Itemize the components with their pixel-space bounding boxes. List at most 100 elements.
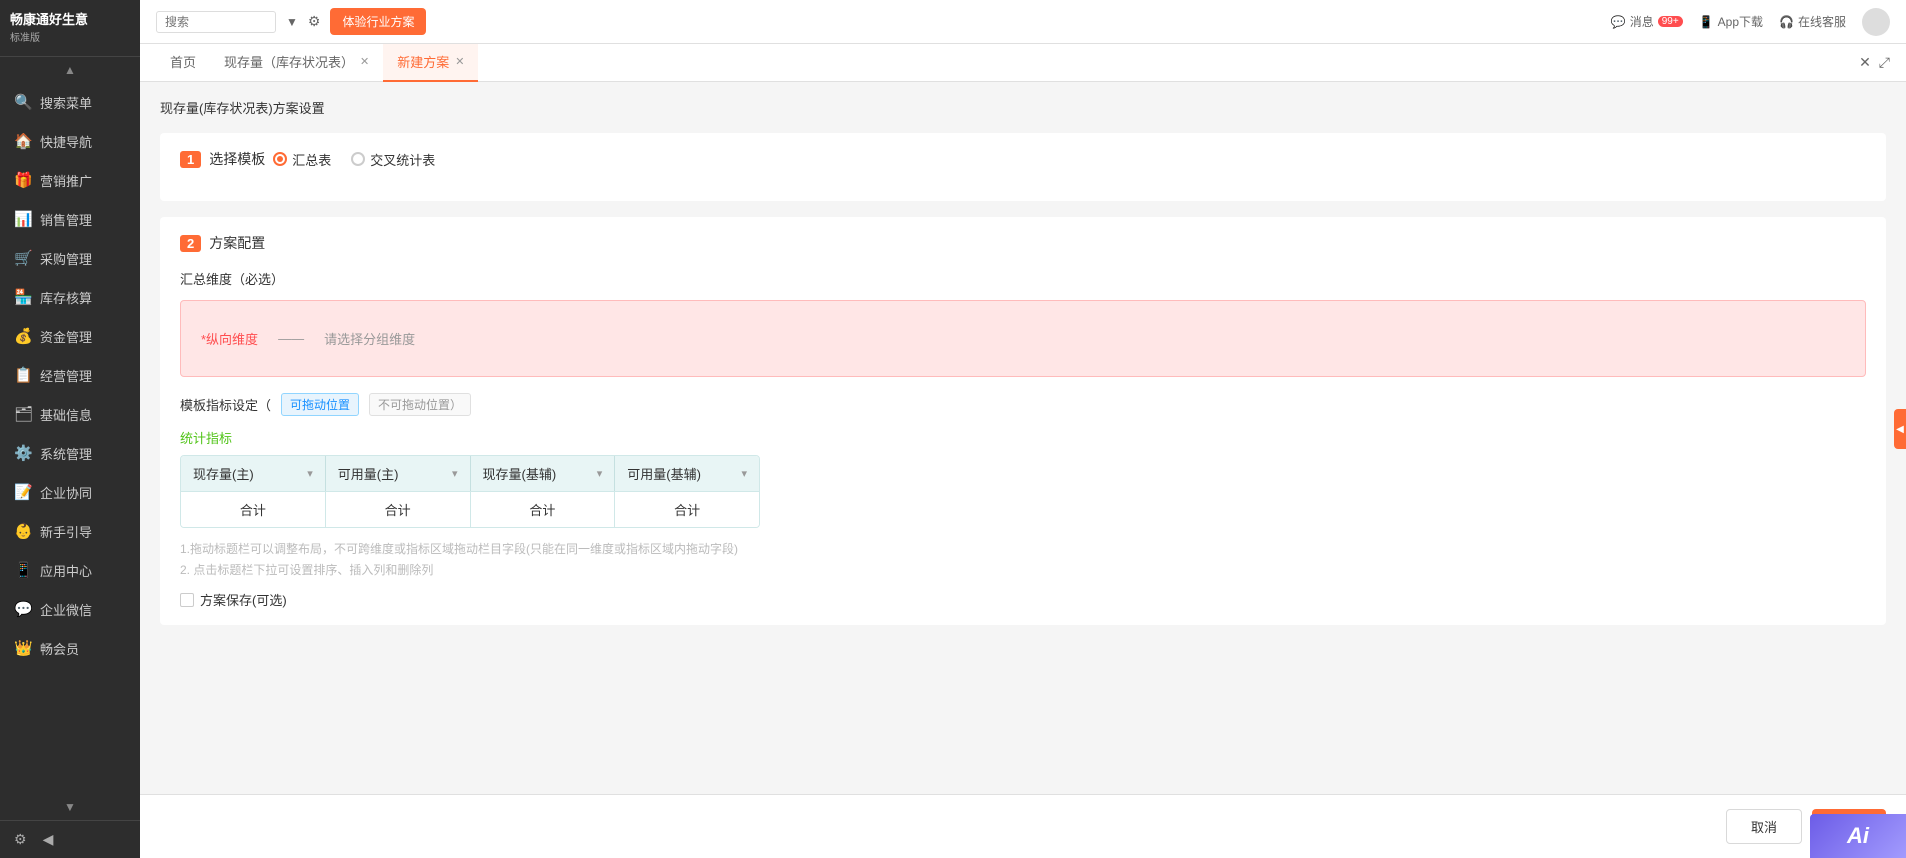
tab-home[interactable]: 首页 <box>156 44 210 82</box>
radio-summary[interactable]: 汇总表 <box>273 150 331 169</box>
app-download-item[interactable]: 📱 App下载 <box>1699 13 1763 30</box>
table-header-col4[interactable]: 可用量(基辅) ▾ <box>615 456 759 491</box>
table-cell-col4: 合计 <box>615 492 759 527</box>
sidebar-item-warehouse[interactable]: 🏪库存核算 <box>0 278 140 317</box>
col-dropdown-arrow[interactable]: ▾ <box>452 467 458 480</box>
indicator-setting-prefix: 模板指标设定（ <box>180 395 271 414</box>
finance-icon: 💰 <box>14 327 32 345</box>
app-logo: 畅康通好生意 标准版 <box>0 0 140 57</box>
sidebar-item-newbie[interactable]: 👶 新手引导 <box>0 512 140 551</box>
stats-section-label: 统计指标 <box>180 428 1866 447</box>
not-draggable-tag: 不可拖动位置） <box>369 393 471 416</box>
bottom-actions: 取消 查询 <box>140 794 1906 858</box>
table-header-col1[interactable]: 现存量(主)▾ <box>181 456 326 491</box>
sidebar-scroll-up[interactable]: ▲ <box>64 61 76 79</box>
tip-item: 1.拖动标题栏可以调整布局，不可跨维度或指标区域拖动栏目字段(只能在同一维度或指… <box>180 540 1866 557</box>
sidebar-item-operations[interactable]: 📋经营管理 <box>0 356 140 395</box>
app-download-label: App下载 <box>1718 13 1763 30</box>
col-label: 可用量(主) <box>338 464 399 483</box>
marketing-icon: 🎁 <box>14 171 32 189</box>
tab-new-plan-label: 新建方案 <box>397 52 449 71</box>
industry-btn[interactable]: 体验行业方案 <box>330 8 426 35</box>
settings-footer-icon[interactable]: ⚙ <box>14 831 27 848</box>
sidebar-item-finance[interactable]: 💰资金管理 <box>0 317 140 356</box>
user-avatar[interactable] <box>1862 8 1890 36</box>
sidebar-item-marketing[interactable]: 🎁 营销推广 <box>0 161 140 200</box>
col-label: 可用量(基辅) <box>627 464 701 483</box>
operations-icon: 📋 <box>14 366 32 384</box>
sidebar-item-label: 基础信息 <box>40 405 92 424</box>
sidebar-item-apps[interactable]: 📱应用中心 <box>0 551 140 590</box>
sidebar-item-member[interactable]: 👑畅会员 <box>0 629 140 668</box>
sidebar-item-sales[interactable]: 📊销售管理 <box>0 200 140 239</box>
message-icon: 💬 <box>1611 15 1626 29</box>
online-service-item[interactable]: 🎧 在线客服 <box>1779 13 1846 30</box>
save-label: 方案保存(可选) <box>200 590 287 609</box>
radio-cross-label: 交叉统计表 <box>370 150 435 169</box>
table-cell-col2: 合计 <box>326 492 471 527</box>
sidebar-item-label: 搜索菜单 <box>40 93 92 112</box>
sidebar-scroll-down[interactable]: ▼ <box>64 798 76 816</box>
ai-label: Ai <box>1847 823 1869 849</box>
sidebar-item-wechat[interactable]: 💬企业微信 <box>0 590 140 629</box>
sidebar-item-label: 库存核算 <box>40 288 92 307</box>
step2-badge: 2 <box>180 235 201 252</box>
topbar-right: 💬 消息 99+ 📱 App下载 🎧 在线客服 <box>1611 8 1890 36</box>
sidebar-item-label: 新手引导 <box>40 522 92 541</box>
sidebar-item-basic[interactable]: 🗂基础信息 <box>0 395 140 434</box>
member-icon: 👑 <box>14 639 32 657</box>
sidebar-item-search[interactable]: 🔍搜索菜单 <box>0 83 140 122</box>
table-header-col2[interactable]: 可用量(主) ▾ <box>326 456 471 491</box>
sidebar-item-label: 营销推广 <box>40 171 92 190</box>
tabs-right: ✕ ⤢ <box>1859 54 1890 71</box>
newbie-icon: 👶 <box>14 522 32 540</box>
dimension-divider: —— <box>278 331 304 346</box>
tab-inventory-close[interactable]: ✕ <box>360 55 369 68</box>
radio-summary-label: 汇总表 <box>292 150 331 169</box>
ai-float-button[interactable]: Ai <box>1810 814 1906 858</box>
page-content: 现存量(库存状况表)方案设置 1 选择模板 汇总表 交叉统计表 <box>140 82 1906 794</box>
template-radio-group: 汇总表 交叉统计表 <box>273 150 435 169</box>
tips-section: 1.拖动标题栏可以调整布局，不可跨维度或指标区域拖动栏目字段(只能在同一维度或指… <box>180 540 1866 578</box>
sidebar-item-label: 企业协同 <box>40 483 92 502</box>
tab-new-plan-close[interactable]: ✕ <box>455 55 464 68</box>
tab-close-all-icon[interactable]: ✕ <box>1859 54 1871 71</box>
topbar-settings-icon[interactable]: ⚙ <box>308 13 321 30</box>
sidebar-item-purchase[interactable]: 🛒 采购管理 <box>0 239 140 278</box>
app-version: 标准版 <box>10 29 130 44</box>
messages-item[interactable]: 💬 消息 99+ <box>1611 13 1683 30</box>
topbar-dropdown-arrow[interactable]: ▼ <box>286 15 298 29</box>
right-edge-toggle[interactable]: ◀ <box>1894 409 1906 449</box>
tab-inventory[interactable]: 现存量（库存状况表） ✕ <box>210 44 383 82</box>
sidebar-item-label: 采购管理 <box>40 249 92 268</box>
stats-table: 现存量(主)▾可用量(主)▾现存量(基辅)▾可用量(基辅)▾ 合计合计合计合计 <box>180 455 760 528</box>
col-dropdown-arrow[interactable]: ▾ <box>307 467 313 480</box>
col-dropdown-arrow[interactable]: ▾ <box>597 467 603 480</box>
purchase-icon: 🛒 <box>14 249 32 267</box>
tab-expand-icon[interactable]: ⤢ <box>1879 54 1890 71</box>
tab-new-plan[interactable]: 新建方案 ✕ <box>383 44 478 82</box>
indicator-setting: 模板指标设定（ 可拖动位置 不可拖动位置） <box>180 393 1866 416</box>
table-header-col3[interactable]: 现存量(基辅)▾ <box>471 456 616 491</box>
sidebar-item-shortcut[interactable]: 🏠快捷导航 <box>0 122 140 161</box>
vertical-required-marker: *纵向维度 <box>201 329 258 348</box>
sidebar-item-system[interactable]: ⚙️系统管理 <box>0 434 140 473</box>
col-dropdown-arrow[interactable]: ▾ <box>741 467 747 480</box>
draggable-tag: 可拖动位置 <box>281 393 359 416</box>
search-input[interactable] <box>156 11 276 33</box>
dimension-placeholder[interactable]: 请选择分组维度 <box>324 329 415 348</box>
save-checkbox-row: 方案保存(可选) <box>180 590 1866 609</box>
cancel-button[interactable]: 取消 <box>1726 809 1802 844</box>
sales-icon: 📊 <box>14 210 32 228</box>
radio-summary-circle <box>273 152 287 166</box>
radio-cross[interactable]: 交叉统计表 <box>351 150 435 169</box>
sidebar-item-corp[interactable]: 📝企业协同 <box>0 473 140 512</box>
step1-title: 选择模板 <box>209 149 265 169</box>
topbar: ▼ ⚙ 体验行业方案 💬 消息 99+ 📱 App下载 🎧 在线客服 <box>140 0 1906 44</box>
online-service-label: 在线客服 <box>1798 13 1846 30</box>
tab-inventory-label: 现存量（库存状况表） <box>224 52 354 71</box>
collapse-icon[interactable]: ◀ <box>43 831 54 848</box>
sidebar-item-label: 企业微信 <box>40 600 92 619</box>
save-checkbox[interactable] <box>180 593 194 607</box>
sidebar-item-label: 系统管理 <box>40 444 92 463</box>
